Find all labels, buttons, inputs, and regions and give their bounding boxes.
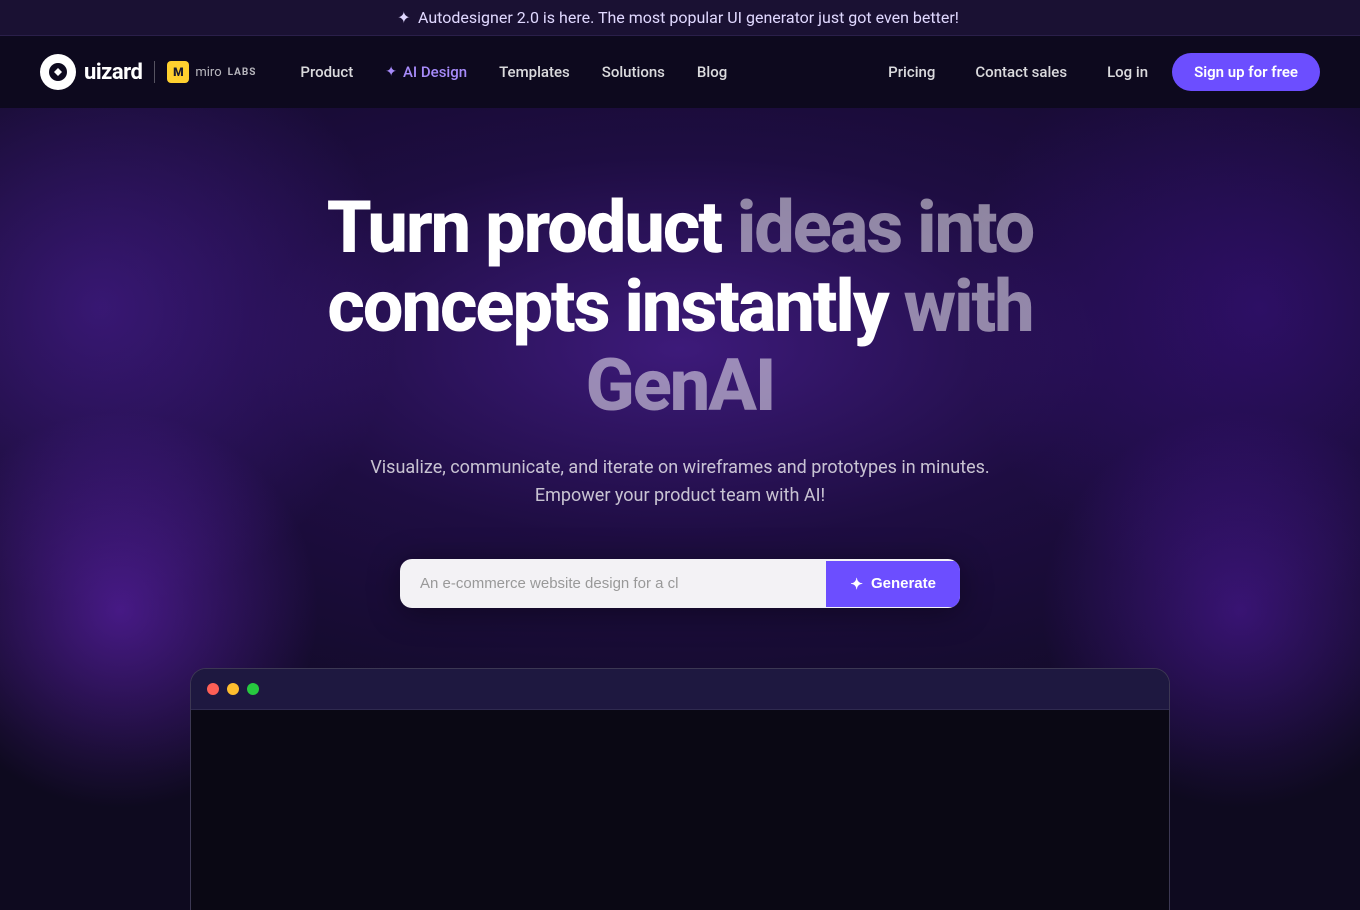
miro-icon: M xyxy=(167,61,189,83)
hero-content: Turn product ideas into concepts instant… xyxy=(40,188,1320,910)
nav-link-solutions[interactable]: Solutions xyxy=(590,55,677,89)
uizard-logo-icon xyxy=(40,54,76,90)
announcement-text: Autodesigner 2.0 is here. The most popul… xyxy=(418,8,959,27)
preview-window-bar xyxy=(191,669,1169,710)
hero-title-part3: concepts instantly xyxy=(327,264,903,349)
nav-link-product[interactable]: Product xyxy=(288,55,365,89)
hero-title-part2: ideas into xyxy=(737,185,1033,270)
miro-label: miro xyxy=(195,65,221,80)
preview-container xyxy=(190,668,1170,910)
nav-link-templates[interactable]: Templates xyxy=(487,55,582,89)
hero-subtitle: Visualize, communicate, and iterate on w… xyxy=(370,454,990,512)
announcement-sparkle-icon: ✦ xyxy=(397,8,410,27)
nav-link-ai-design[interactable]: ✦ AI Design xyxy=(373,55,479,89)
hero-title-part1: Turn product xyxy=(327,185,737,270)
generate-bar: ✦ Generate xyxy=(400,559,960,608)
generate-input[interactable] xyxy=(400,559,826,608)
ai-design-label: AI Design xyxy=(403,63,467,81)
ai-design-sparkle-icon: ✦ xyxy=(385,64,397,80)
uizard-logo-text: uizard xyxy=(84,60,142,85)
miro-badge: M miro LABS xyxy=(154,61,256,83)
nav-link-contact-sales[interactable]: Contact sales xyxy=(959,55,1083,89)
logo-group: uizard M miro LABS xyxy=(40,54,256,90)
window-dot-yellow xyxy=(227,683,239,695)
uizard-logo[interactable]: uizard xyxy=(40,54,142,90)
labs-label: LABS xyxy=(228,67,257,78)
nav-link-pricing[interactable]: Pricing xyxy=(872,55,951,89)
signup-button[interactable]: Sign up for free xyxy=(1172,53,1320,91)
preview-screen xyxy=(191,710,1169,910)
hero-section: Turn product ideas into concepts instant… xyxy=(0,108,1360,910)
window-dot-red xyxy=(207,683,219,695)
nav-links: Product ✦ AI Design Templates Solutions … xyxy=(288,55,739,89)
nav-link-login[interactable]: Log in xyxy=(1091,55,1164,89)
navbar-left: uizard M miro LABS Product ✦ AI Design T… xyxy=(40,54,739,90)
generate-label: Generate xyxy=(871,575,936,592)
announcement-bar: ✦ Autodesigner 2.0 is here. The most pop… xyxy=(0,0,1360,36)
generate-sparkle-icon: ✦ xyxy=(850,575,863,593)
hero-title: Turn product ideas into concepts instant… xyxy=(230,188,1130,426)
navbar-right: Pricing Contact sales Log in Sign up for… xyxy=(872,53,1320,91)
navbar: uizard M miro LABS Product ✦ AI Design T… xyxy=(0,36,1360,108)
window-dot-green xyxy=(247,683,259,695)
nav-link-blog[interactable]: Blog xyxy=(685,55,739,89)
generate-button[interactable]: ✦ Generate xyxy=(826,561,960,607)
